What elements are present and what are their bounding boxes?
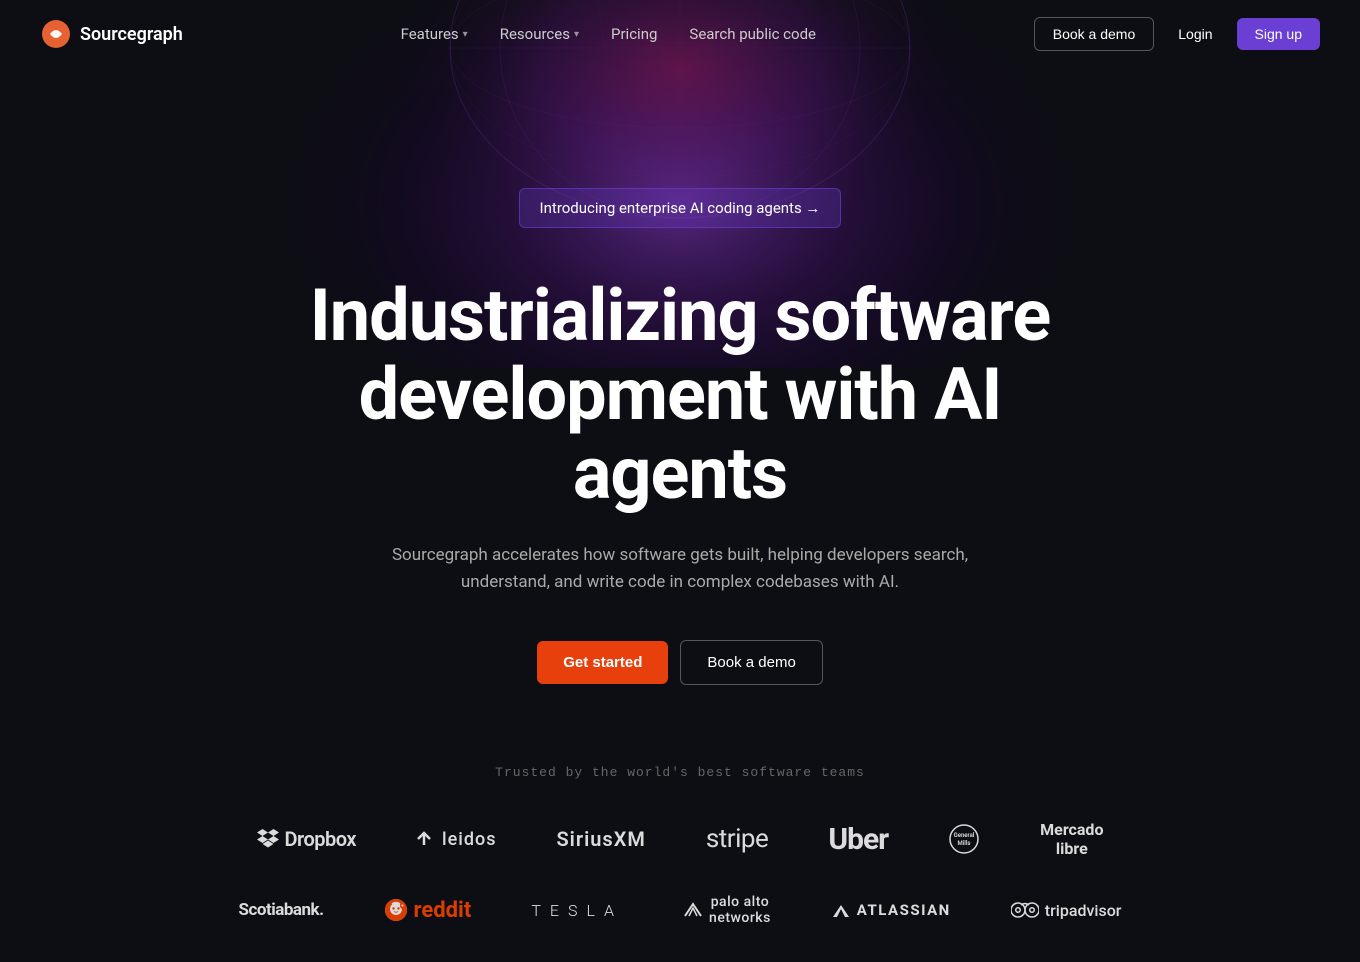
paloalto-logo: palo altonetworks <box>683 894 771 926</box>
trusted-section: Trusted by the world's best software tea… <box>239 765 1122 962</box>
nav-links: Features ▾ Resources ▾ Pricing Search pu… <box>389 17 828 51</box>
tripadvisor-icon <box>1011 901 1039 919</box>
announcement-text: Introducing enterprise AI coding agents … <box>540 199 821 217</box>
hero-content: Introducing enterprise AI coding agents … <box>290 68 1070 685</box>
signup-button[interactable]: Sign up <box>1237 18 1320 50</box>
nav-search-public-code[interactable]: Search public code <box>677 17 828 51</box>
siriusxm-logo: SiriusXM <box>556 827 645 851</box>
chevron-down-icon: ▾ <box>463 29 468 40</box>
uber-logo: Uber <box>828 822 888 857</box>
nav-actions: Book a demo Login Sign up <box>1034 17 1320 51</box>
logo[interactable]: Sourcegraph <box>40 18 183 50</box>
dropbox-logo: Dropbox <box>257 827 357 851</box>
paloalto-icon <box>683 900 703 920</box>
logos-row-2: Scotiabank. reddit <box>239 894 1122 926</box>
mercado-libre-logo: Mercadolibre <box>1040 820 1103 858</box>
hero-title: Industrializing software development wit… <box>290 276 1070 514</box>
reddit-icon <box>384 898 408 922</box>
svg-text:Mills: Mills <box>958 840 971 847</box>
logo-text: Sourcegraph <box>80 24 183 45</box>
nav-pricing[interactable]: Pricing <box>599 17 669 51</box>
leidos-icon <box>416 831 436 847</box>
nav-resources[interactable]: Resources ▾ <box>488 17 591 51</box>
sourcegraph-logo-icon <box>40 18 72 50</box>
book-demo-nav-button[interactable]: Book a demo <box>1034 17 1155 51</box>
dropbox-icon <box>257 829 279 849</box>
get-started-button[interactable]: Get started <box>537 641 668 684</box>
announcement-badge[interactable]: Introducing enterprise AI coding agents … <box>519 188 842 228</box>
general-mills-logo: General Mills <box>948 823 980 855</box>
hero-section: Introducing enterprise AI coding agents … <box>0 68 1360 962</box>
stripe-logo: stripe <box>706 824 768 854</box>
book-demo-hero-button[interactable]: Book a demo <box>680 640 822 685</box>
atlassian-logo: ATLASSIAN <box>831 899 951 921</box>
svg-text:General: General <box>954 832 975 839</box>
general-mills-icon: General Mills <box>948 823 980 855</box>
tesla-logo: TESLA <box>531 901 623 920</box>
trusted-label: Trusted by the world's best software tea… <box>239 765 1122 780</box>
logos-row-1: Dropbox leidos SiriusXM stripe Uber <box>239 820 1122 858</box>
atlassian-icon <box>831 899 851 921</box>
hero-buttons: Get started Book a demo <box>537 640 823 685</box>
leidos-logo: leidos <box>416 829 496 850</box>
hero-subtitle: Sourcegraph accelerates how software get… <box>390 542 970 596</box>
chevron-down-icon: ▾ <box>574 29 579 40</box>
navigation: Sourcegraph Features ▾ Resources ▾ Prici… <box>0 0 1360 68</box>
scotiabank-logo: Scotiabank. <box>239 900 324 920</box>
reddit-logo: reddit <box>384 898 472 923</box>
nav-features[interactable]: Features ▾ <box>389 17 480 51</box>
login-button[interactable]: Login <box>1164 18 1226 50</box>
tripadvisor-logo: tripadvisor <box>1011 901 1122 920</box>
